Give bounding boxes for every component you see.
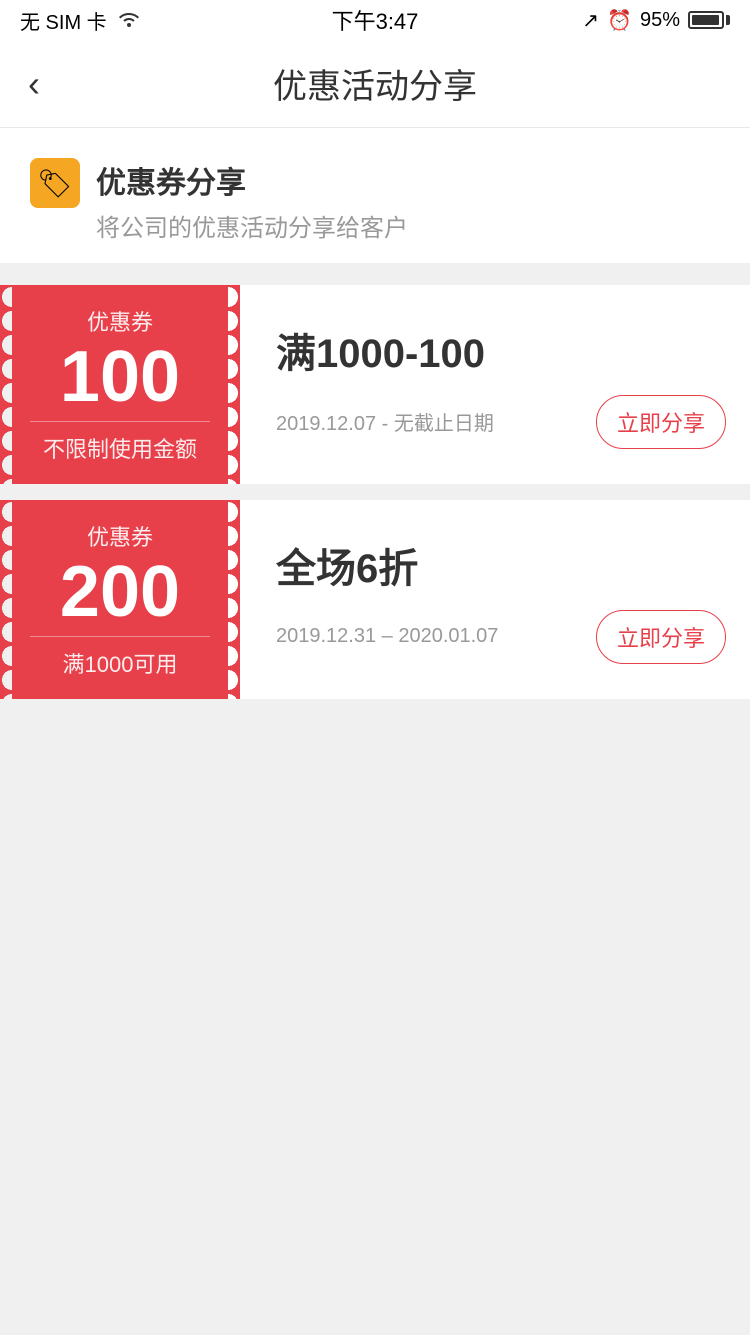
coupon-divider-1: [30, 421, 210, 422]
coupon-divider-2: [30, 636, 210, 637]
coupon-condition-2: 满1000可用: [63, 647, 178, 679]
share-button-2[interactable]: 立即分享: [596, 610, 726, 664]
coupon-title-1: 满1000-100: [276, 321, 726, 379]
coupon-left-1: 优惠券 100 不限制使用金额: [0, 285, 240, 484]
coupon-right-1: 满1000-100 2019.12.07 - 无截止日期 立即分享: [240, 285, 750, 484]
alarm-icon: ⏰: [607, 8, 632, 33]
coupon-card-1: 优惠券 100 不限制使用金额 满1000-100 2019.12.07 - 无…: [0, 285, 750, 484]
section-subtitle: 将公司的优惠活动分享给客户: [96, 208, 408, 243]
coupon-meta-1: 2019.12.07 - 无截止日期 立即分享: [276, 395, 726, 449]
wifi-icon: [117, 7, 141, 33]
status-time: 下午3:47: [332, 4, 419, 36]
coupon-left-2: 优惠券 200 满1000可用: [0, 500, 240, 699]
nav-bar: ‹ 优惠活动分享: [0, 40, 750, 128]
coupon-condition-1: 不限制使用金额: [43, 432, 197, 464]
coupon-meta-2: 2019.12.31 – 2020.01.07 立即分享: [276, 610, 726, 664]
coupon-icon: 🏷: [37, 167, 73, 200]
bottom-area: [0, 735, 750, 1335]
coupon-title-2: 全场6折: [276, 536, 726, 594]
battery-icon: [688, 11, 730, 29]
back-button[interactable]: ‹: [28, 63, 40, 105]
coupon-type-1: 优惠券: [87, 305, 153, 337]
status-bar: 无 SIM 卡 下午3:47 ↗ ⏰ 95%: [0, 0, 750, 40]
coupon-card-2: 优惠券 200 满1000可用 全场6折 2019.12.31 – 2020.0…: [0, 500, 750, 699]
share-button-1[interactable]: 立即分享: [596, 395, 726, 449]
status-right: ↗ ⏰ 95%: [582, 8, 730, 33]
battery-percent: 95%: [640, 9, 680, 32]
carrier-text: 无 SIM 卡: [20, 6, 107, 35]
coupon-amount-1: 100: [60, 341, 180, 413]
coupon-list: 优惠券 100 不限制使用金额 满1000-100 2019.12.07 - 无…: [0, 265, 750, 735]
status-left: 无 SIM 卡: [20, 6, 141, 35]
section-header: 🏷 优惠券分享 将公司的优惠活动分享给客户: [0, 128, 750, 263]
section-icon: 🏷: [30, 158, 80, 208]
coupon-right-2: 全场6折 2019.12.31 – 2020.01.07 立即分享: [240, 500, 750, 699]
page-title: 优惠活动分享: [273, 59, 477, 108]
section-text: 优惠券分享 将公司的优惠活动分享给客户: [96, 158, 408, 243]
location-icon: ↗: [582, 8, 599, 33]
coupon-amount-2: 200: [60, 556, 180, 628]
coupon-date-2: 2019.12.31 – 2020.01.07: [276, 625, 586, 648]
coupon-type-2: 优惠券: [87, 520, 153, 552]
section-title: 优惠券分享: [96, 158, 408, 202]
coupon-date-1: 2019.12.07 - 无截止日期: [276, 407, 586, 436]
